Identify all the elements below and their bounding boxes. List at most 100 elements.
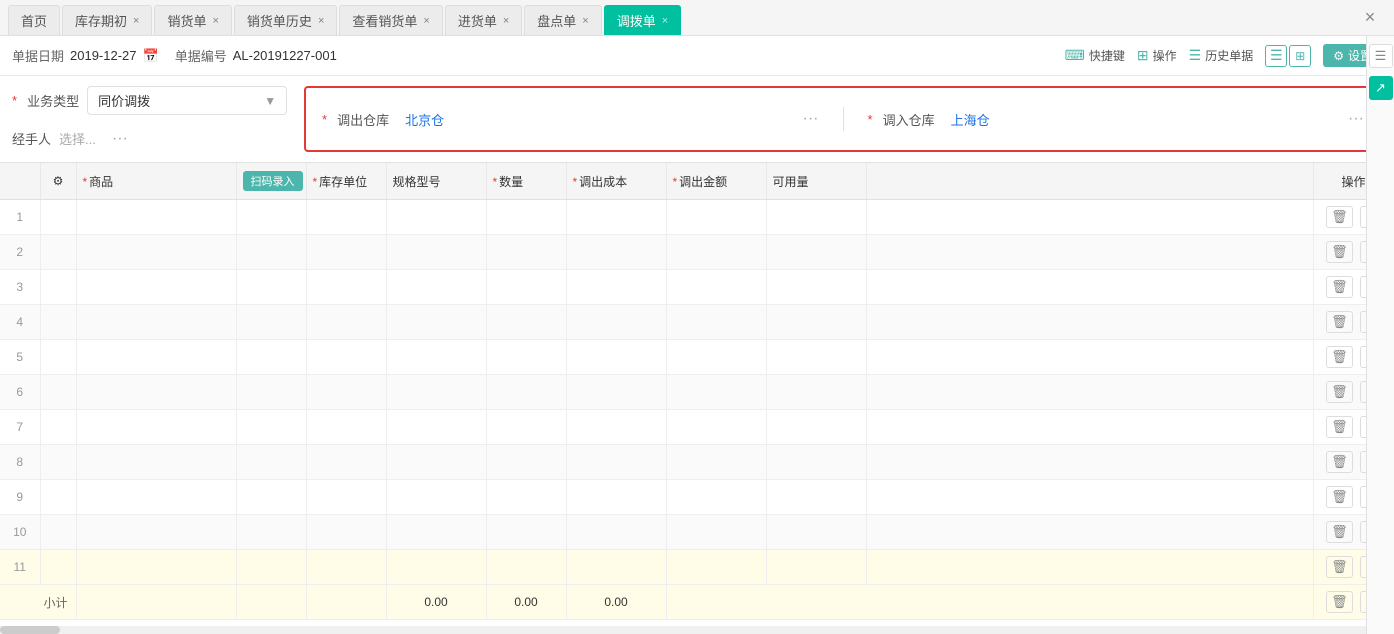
row-spec-9[interactable] [386, 480, 486, 515]
tab-transfer[interactable]: 调拨单 × [604, 5, 681, 35]
window-close-button[interactable]: × [1354, 2, 1386, 34]
row-cost-10[interactable] [566, 515, 666, 550]
row-spec-5[interactable] [386, 340, 486, 375]
row-qty-7[interactable] [486, 410, 566, 445]
row-spec-6[interactable] [386, 375, 486, 410]
row-product-8[interactable] [76, 445, 236, 480]
row-product-6[interactable] [76, 375, 236, 410]
row-spec-11[interactable] [386, 550, 486, 585]
row-cost-9[interactable] [566, 480, 666, 515]
business-type-select[interactable]: 同价调拨 ▼ [87, 86, 287, 115]
row-qty-8[interactable] [486, 445, 566, 480]
row-unit-9[interactable] [306, 480, 386, 515]
row-spec-2[interactable] [386, 235, 486, 270]
row-cost-4[interactable] [566, 305, 666, 340]
row-product-5[interactable] [76, 340, 236, 375]
in-warehouse-more[interactable]: ··· [1348, 110, 1364, 128]
row-amount-7[interactable] [666, 410, 766, 445]
row-avail-9[interactable] [766, 480, 866, 515]
row-unit-5[interactable] [306, 340, 386, 375]
layout-list-button[interactable]: ☰ [1265, 45, 1287, 67]
row-delete-10[interactable]: 🗑 [1326, 521, 1353, 543]
row-cost-7[interactable] [566, 410, 666, 445]
row-unit-8[interactable] [306, 445, 386, 480]
row-amount-8[interactable] [666, 445, 766, 480]
row-unit-6[interactable] [306, 375, 386, 410]
row-qty-2[interactable] [486, 235, 566, 270]
row-delete-5[interactable]: 🗑 [1326, 346, 1353, 368]
row-product-1[interactable] [76, 200, 236, 235]
scrollbar-thumb[interactable] [0, 626, 60, 634]
row-avail-6[interactable] [766, 375, 866, 410]
row-amount-10[interactable] [666, 515, 766, 550]
row-unit-7[interactable] [306, 410, 386, 445]
row-amount-9[interactable] [666, 480, 766, 515]
person-select[interactable]: 选择... [59, 125, 96, 152]
row-delete-4[interactable]: 🗑 [1326, 311, 1353, 333]
row-cost-8[interactable] [566, 445, 666, 480]
row-product-4[interactable] [76, 305, 236, 340]
person-more[interactable]: ··· [112, 130, 128, 148]
row-unit-4[interactable] [306, 305, 386, 340]
row-amount-3[interactable] [666, 270, 766, 305]
horizontal-scrollbar[interactable] [0, 626, 1394, 634]
row-unit-2[interactable] [306, 235, 386, 270]
col-gear-header[interactable]: ⚙ [40, 163, 76, 200]
row-qty-6[interactable] [486, 375, 566, 410]
row-cost-5[interactable] [566, 340, 666, 375]
row-product-9[interactable] [76, 480, 236, 515]
row-delete-3[interactable]: 🗑 [1326, 276, 1353, 298]
panel-list-button[interactable]: ☰ [1369, 44, 1393, 68]
tab-inventory-init-close[interactable]: × [133, 15, 139, 27]
row-delete-9[interactable]: 🗑 [1326, 486, 1353, 508]
tab-inventory-init[interactable]: 库存期初 × [62, 5, 152, 35]
row-cost-11[interactable] [566, 550, 666, 585]
row-product-3[interactable] [76, 270, 236, 305]
row-cost-6[interactable] [566, 375, 666, 410]
row-qty-11[interactable] [486, 550, 566, 585]
row-unit-1[interactable] [306, 200, 386, 235]
subtotal-delete[interactable]: 🗑 [1326, 591, 1353, 613]
row-delete-8[interactable]: 🗑 [1326, 451, 1353, 473]
tab-home[interactable]: 首页 [8, 5, 60, 35]
row-product-2[interactable] [76, 235, 236, 270]
row-cost-1[interactable] [566, 200, 666, 235]
tab-view-sales-close[interactable]: × [423, 15, 429, 27]
row-delete-2[interactable]: 🗑 [1326, 241, 1353, 263]
row-delete-1[interactable]: 🗑 [1326, 206, 1353, 228]
layout-grid-button[interactable]: ⊞ [1289, 45, 1311, 67]
row-spec-3[interactable] [386, 270, 486, 305]
row-qty-9[interactable] [486, 480, 566, 515]
operations-button[interactable]: ⊞ 操作 [1137, 47, 1177, 64]
row-delete-7[interactable]: 🗑 [1326, 416, 1353, 438]
row-qty-10[interactable] [486, 515, 566, 550]
row-product-11[interactable] [76, 550, 236, 585]
row-cost-3[interactable] [566, 270, 666, 305]
row-amount-6[interactable] [666, 375, 766, 410]
row-spec-7[interactable] [386, 410, 486, 445]
row-cost-2[interactable] [566, 235, 666, 270]
calendar-icon[interactable]: 📅 [143, 48, 159, 64]
row-spec-1[interactable] [386, 200, 486, 235]
tab-sales-history[interactable]: 销货单历史 × [234, 5, 337, 35]
row-amount-1[interactable] [666, 200, 766, 235]
row-amount-4[interactable] [666, 305, 766, 340]
tab-purchase-close[interactable]: × [503, 15, 509, 27]
row-avail-3[interactable] [766, 270, 866, 305]
shortcuts-button[interactable]: ⌨ 快捷键 [1065, 47, 1125, 64]
row-avail-7[interactable] [766, 410, 866, 445]
row-avail-2[interactable] [766, 235, 866, 270]
out-warehouse-more[interactable]: ··· [803, 110, 819, 128]
row-spec-4[interactable] [386, 305, 486, 340]
row-avail-5[interactable] [766, 340, 866, 375]
row-product-7[interactable] [76, 410, 236, 445]
row-spec-8[interactable] [386, 445, 486, 480]
row-unit-10[interactable] [306, 515, 386, 550]
row-qty-1[interactable] [486, 200, 566, 235]
panel-expand-button[interactable]: ↗ [1369, 76, 1393, 100]
row-qty-5[interactable] [486, 340, 566, 375]
tab-stocktake[interactable]: 盘点单 × [524, 5, 601, 35]
tab-sales-history-close[interactable]: × [318, 15, 324, 27]
row-avail-8[interactable] [766, 445, 866, 480]
row-unit-3[interactable] [306, 270, 386, 305]
